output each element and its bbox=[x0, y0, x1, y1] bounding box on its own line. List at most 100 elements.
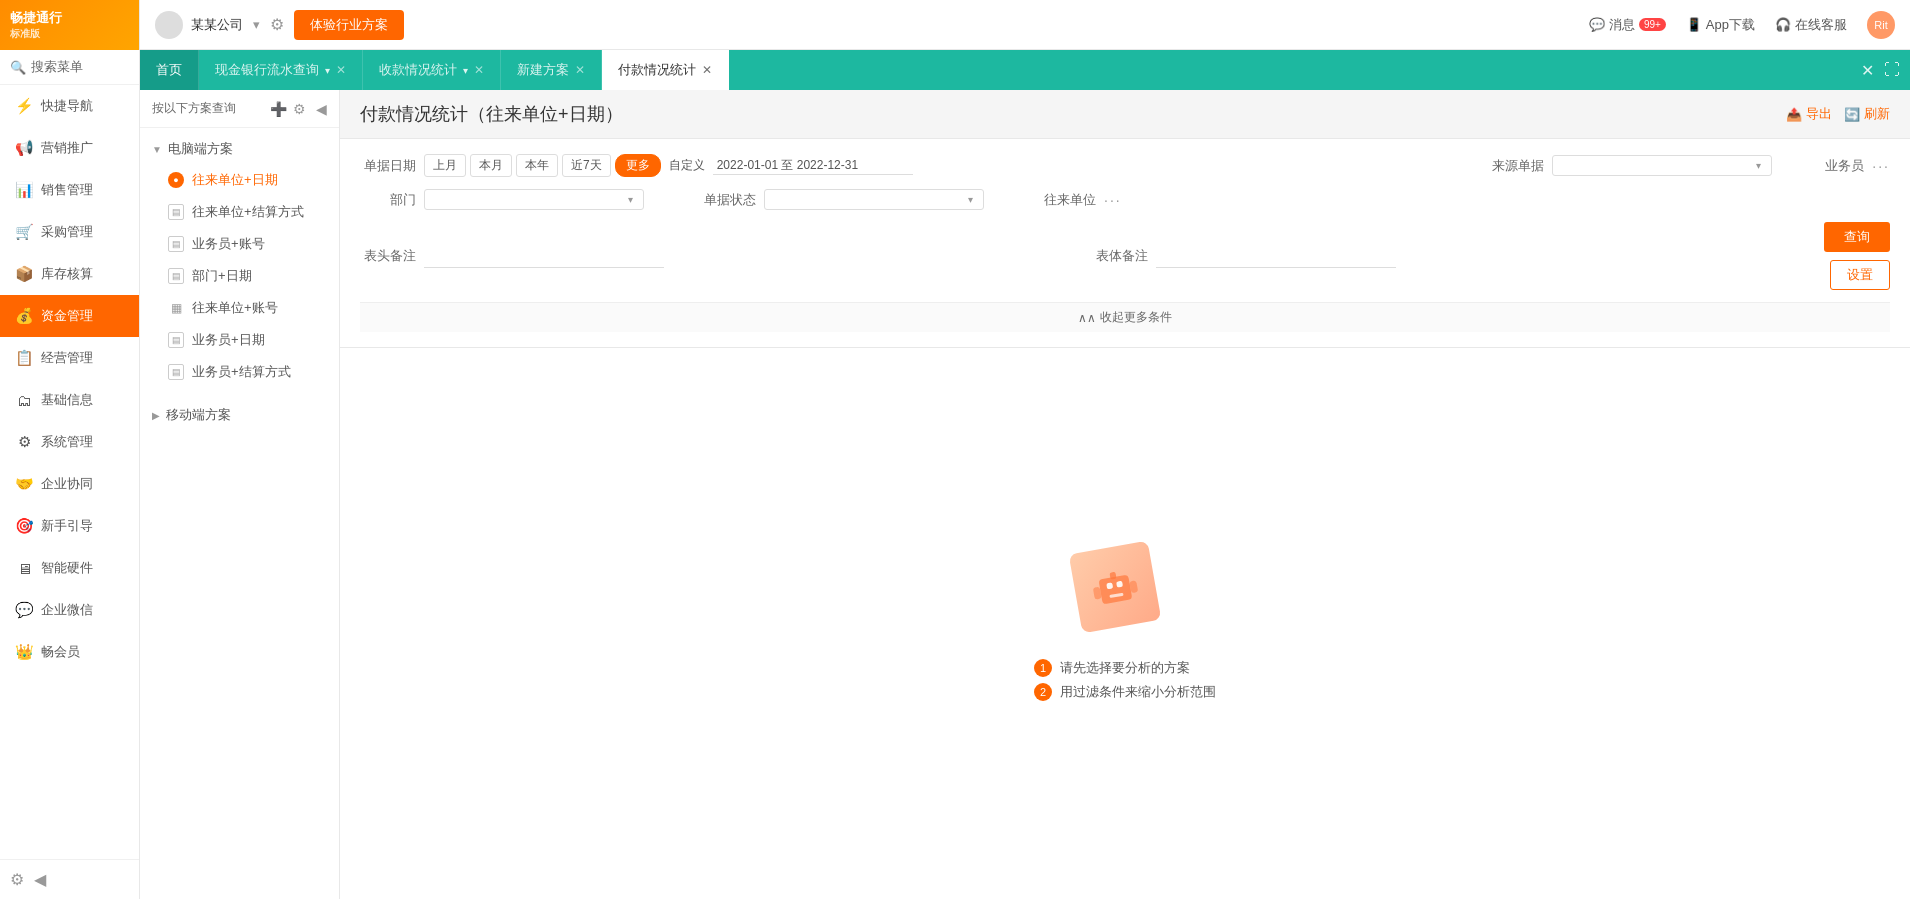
scheme-item-dept-date[interactable]: ▤部门+日期 bbox=[140, 260, 339, 292]
tab-close-payment-stats[interactable]: ✕ bbox=[702, 63, 712, 77]
scheme-icon-unit-date: ● bbox=[168, 172, 184, 188]
desktop-group-header[interactable]: ▼ 电脑端方案 bbox=[140, 134, 339, 164]
sidebar-item-label-inventory: 库存核算 bbox=[41, 265, 93, 283]
scheme-item-staff-date[interactable]: ▤业务员+日期 bbox=[140, 324, 339, 356]
last-7days-btn[interactable]: 近7天 bbox=[562, 154, 611, 177]
online-service-btn[interactable]: 🎧 在线客服 bbox=[1775, 16, 1847, 34]
staff-select-btn[interactable]: ··· bbox=[1872, 158, 1890, 174]
sidebar-item-inventory[interactable]: 📦库存核算 bbox=[0, 253, 139, 295]
scheme-label-unit-settle: 往来单位+结算方式 bbox=[192, 203, 304, 221]
sidebar-item-weixin[interactable]: 💬企业微信 bbox=[0, 589, 139, 631]
logo-sub: 标准版 bbox=[10, 27, 62, 41]
refresh-icon: 🔄 bbox=[1844, 107, 1860, 122]
last-month-btn[interactable]: 上月 bbox=[424, 154, 466, 177]
scheme-item-unit-settle[interactable]: ▤往来单位+结算方式 bbox=[140, 196, 339, 228]
step-2-text: 用过滤条件来缩小分析范围 bbox=[1060, 683, 1216, 701]
header-note-input[interactable] bbox=[424, 245, 664, 268]
body-note-input[interactable] bbox=[1156, 245, 1396, 268]
sidebar-item-guide[interactable]: 🎯新手引导 bbox=[0, 505, 139, 547]
sidebar-item-member[interactable]: 👑畅会员 bbox=[0, 631, 139, 673]
this-year-btn[interactable]: 本年 bbox=[516, 154, 558, 177]
page-header-actions: 📤 导出 🔄 刷新 bbox=[1786, 105, 1890, 123]
add-scheme-icon[interactable]: ➕ bbox=[270, 101, 287, 117]
export-btn[interactable]: 📤 导出 bbox=[1786, 105, 1832, 123]
scheme-item-staff-account[interactable]: ▤业务员+账号 bbox=[140, 228, 339, 260]
mobile-scheme-group: ▶ 移动端方案 bbox=[140, 394, 339, 436]
setting-btn[interactable]: 设置 bbox=[1830, 260, 1890, 290]
sidebar-item-purchase[interactable]: 🛒采购管理 bbox=[0, 211, 139, 253]
tab-receipt-stats[interactable]: 收款情况统计▾✕ bbox=[363, 50, 501, 90]
scheme-icon-staff-account: ▤ bbox=[168, 236, 184, 252]
date-filter-group: 单据日期 上月 本月 本年 近7天 更多 自定义 bbox=[360, 154, 1468, 177]
company-dropdown-icon[interactable]: ▾ bbox=[253, 17, 260, 32]
maximize-icon[interactable]: ⛶ bbox=[1884, 61, 1900, 79]
voucher-status-select[interactable]: ▾ bbox=[764, 189, 984, 210]
close-all-tabs-icon[interactable]: ✕ bbox=[1861, 61, 1874, 80]
notification-badge: 99+ bbox=[1639, 18, 1666, 31]
sidebar-footer: ⚙ ◀ bbox=[0, 859, 139, 899]
scheme-item-unit-account[interactable]: ▦往来单位+账号 bbox=[140, 292, 339, 324]
collapse-sidebar-icon[interactable]: ◀ bbox=[34, 870, 46, 889]
tab-label-bank-flow: 现金银行流水查询 bbox=[215, 61, 319, 79]
settings-scheme-icon[interactable]: ⚙ bbox=[293, 101, 306, 117]
trial-btn[interactable]: 体验行业方案 bbox=[294, 10, 404, 40]
sidebar-item-sales[interactable]: 📊销售管理 bbox=[0, 169, 139, 211]
app-download-btn[interactable]: 📱 App下载 bbox=[1686, 16, 1755, 34]
tab-label-payment-stats: 付款情况统计 bbox=[618, 61, 696, 79]
tab-close-receipt-stats[interactable]: ✕ bbox=[474, 63, 484, 77]
sidebar-item-quick-nav[interactable]: ⚡快捷导航 bbox=[0, 85, 139, 127]
scheme-panel-title: 按以下方案查询 bbox=[152, 100, 236, 117]
base-info-nav-icon: 🗂 bbox=[15, 391, 33, 409]
sidebar-item-collab[interactable]: 🤝企业协同 bbox=[0, 463, 139, 505]
this-month-btn[interactable]: 本月 bbox=[470, 154, 512, 177]
scheme-item-unit-date[interactable]: ●往来单位+日期 bbox=[140, 164, 339, 196]
topbar-gear-icon[interactable]: ⚙ bbox=[270, 15, 284, 34]
query-btn[interactable]: 查询 bbox=[1824, 222, 1890, 252]
tab-dropdown-bank-flow[interactable]: ▾ bbox=[325, 65, 330, 76]
sidebar-item-finance[interactable]: 💰资金管理 bbox=[0, 295, 139, 337]
date-range-input[interactable] bbox=[713, 156, 913, 175]
sidebar-item-marketing[interactable]: 📢营销推广 bbox=[0, 127, 139, 169]
source-select[interactable]: ▾ bbox=[1552, 155, 1772, 176]
settings-icon[interactable]: ⚙ bbox=[10, 870, 24, 889]
search-menu[interactable]: 🔍 搜索菜单 bbox=[0, 50, 139, 85]
more-date-btn[interactable]: 更多 bbox=[615, 154, 661, 177]
tab-bank-flow[interactable]: 现金银行流水查询 ▾ ✕ bbox=[199, 50, 363, 90]
notification-label: 消息 bbox=[1609, 16, 1635, 34]
topbar: 某某公司 ▾ ⚙ 体验行业方案 💬 消息 99+ 📱 App下载 🎧 在线客服 … bbox=[140, 0, 1910, 50]
collapse-chevron-icon: ∧∧ bbox=[1078, 311, 1096, 325]
sidebar-item-operation[interactable]: 📋经营管理 bbox=[0, 337, 139, 379]
tab-home[interactable]: 首页 bbox=[140, 50, 199, 90]
sidebar-item-hardware[interactable]: 🖥智能硬件 bbox=[0, 547, 139, 589]
tab-new-scheme[interactable]: 新建方案✕ bbox=[501, 50, 602, 90]
marketing-nav-icon: 📢 bbox=[15, 139, 33, 157]
tab-close-bank-flow[interactable]: ✕ bbox=[336, 63, 346, 77]
filter-row-1: 单据日期 上月 本月 本年 近7天 更多 自定义 来源单据 bbox=[360, 154, 1890, 177]
tab-close-new-scheme[interactable]: ✕ bbox=[575, 63, 585, 77]
collapse-more-btn[interactable]: ∧∧ 收起更多条件 bbox=[1078, 309, 1172, 326]
unit-select-btn[interactable]: ··· bbox=[1104, 192, 1122, 208]
dept-select[interactable]: ▾ bbox=[424, 189, 644, 210]
desktop-group-label: 电脑端方案 bbox=[168, 140, 233, 158]
scheme-panel-actions: ➕ ⚙ ◀ bbox=[270, 101, 327, 117]
sidebar-item-base-info[interactable]: 🗂基础信息 bbox=[0, 379, 139, 421]
nav-items: ⚡快捷导航📢营销推广📊销售管理🛒采购管理📦库存核算💰资金管理📋经营管理🗂基础信息… bbox=[0, 85, 139, 673]
header-note-label: 表头备注 bbox=[360, 247, 416, 265]
voucher-status-label: 单据状态 bbox=[700, 191, 756, 209]
tab-payment-stats[interactable]: 付款情况统计 ✕ bbox=[602, 50, 729, 90]
notification-btn[interactable]: 💬 消息 99+ bbox=[1589, 16, 1666, 34]
custom-label: 自定义 bbox=[669, 157, 705, 174]
collapse-scheme-icon[interactable]: ◀ bbox=[316, 101, 327, 117]
tab-dropdown-receipt-stats[interactable]: ▾ bbox=[463, 65, 468, 76]
user-avatar[interactable]: Rit bbox=[1867, 11, 1895, 39]
sidebar-item-label-member: 畅会员 bbox=[41, 643, 80, 661]
desktop-scheme-group: ▼ 电脑端方案 ●往来单位+日期▤往来单位+结算方式▤业务员+账号▤部门+日期▦… bbox=[140, 128, 339, 394]
unit-filter-group: 往来单位 ··· bbox=[1040, 191, 1122, 209]
scheme-icon-dept-date: ▤ bbox=[168, 268, 184, 284]
sidebar-item-system[interactable]: ⚙系统管理 bbox=[0, 421, 139, 463]
quick-nav-nav-icon: ⚡ bbox=[15, 97, 33, 115]
content-area: 按以下方案查询 ➕ ⚙ ◀ ▼ 电脑端方案 ●往来单位+日期▤往来单位+结算方式… bbox=[140, 90, 1910, 899]
mobile-group-header[interactable]: ▶ 移动端方案 bbox=[140, 400, 339, 430]
refresh-btn[interactable]: 🔄 刷新 bbox=[1844, 105, 1890, 123]
scheme-item-staff-settle[interactable]: ▤业务员+结算方式 bbox=[140, 356, 339, 388]
